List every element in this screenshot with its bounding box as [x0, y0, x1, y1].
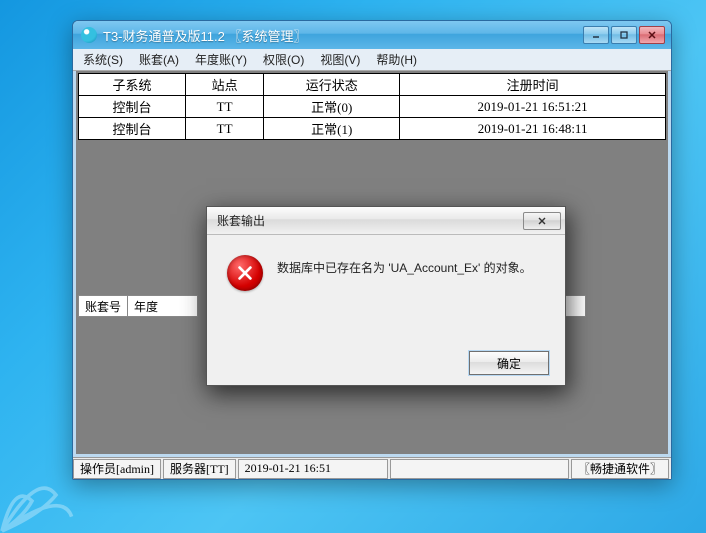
error-icon	[227, 255, 263, 291]
table-row[interactable]: 控制台 TT 正常(1) 2019-01-21 16:48:11	[79, 118, 666, 140]
col-site: 站点	[186, 74, 264, 96]
filter-bar: 账套号 年度	[78, 295, 198, 317]
menu-view[interactable]: 视图(V)	[312, 49, 368, 70]
dialog-close-button[interactable]	[523, 212, 561, 230]
error-dialog: 账套输出 数据库中已存在名为 'UA_Account_Ex' 的对象。 确定	[206, 206, 566, 386]
col-regtime: 注册时间	[400, 74, 666, 96]
session-table: 子系统 站点 运行状态 注册时间 控制台 TT 正常(0) 2019-01-21…	[78, 73, 666, 140]
status-operator: 操作员[admin]	[73, 459, 161, 479]
main-window: T3-财务通普及版11.2 〖系统管理〗 系统(S) 账套(A) 年度账(Y) …	[72, 20, 672, 480]
status-spacer	[390, 459, 569, 479]
table-header-row: 子系统 站点 运行状态 注册时间	[79, 74, 666, 96]
status-time: 2019-01-21 16:51	[238, 459, 388, 479]
dialog-message: 数据库中已存在名为 'UA_Account_Ex' 的对象。	[277, 255, 532, 276]
col-status: 运行状态	[264, 74, 400, 96]
client-area: 子系统 站点 运行状态 注册时间 控制台 TT 正常(0) 2019-01-21…	[73, 71, 671, 457]
menu-permission[interactable]: 权限(O)	[255, 49, 312, 70]
col-subsystem: 子系统	[79, 74, 186, 96]
menu-year[interactable]: 年度账(Y)	[187, 49, 255, 70]
ok-button[interactable]: 确定	[469, 351, 549, 375]
close-button[interactable]	[639, 26, 665, 44]
app-icon	[81, 27, 97, 43]
table-row[interactable]: 控制台 TT 正常(0) 2019-01-21 16:51:21	[79, 96, 666, 118]
menu-help[interactable]: 帮助(H)	[368, 49, 425, 70]
status-brand: 〖畅捷通软件〗	[571, 459, 669, 479]
maximize-button[interactable]	[611, 26, 637, 44]
dialog-titlebar: 账套输出	[207, 207, 565, 235]
window-titlebar: T3-财务通普及版11.2 〖系统管理〗	[73, 21, 671, 49]
dialog-title: 账套输出	[217, 212, 523, 229]
menu-account[interactable]: 账套(A)	[131, 49, 187, 70]
window-title: T3-财务通普及版11.2 〖系统管理〗	[103, 26, 583, 45]
status-bar: 操作员[admin] 服务器[TT] 2019-01-21 16:51 〖畅捷通…	[73, 457, 671, 479]
label-year: 年度	[128, 296, 164, 317]
label-account-no: 账套号	[79, 296, 128, 317]
minimize-button[interactable]	[583, 26, 609, 44]
menu-system[interactable]: 系统(S)	[75, 49, 131, 70]
menu-bar: 系统(S) 账套(A) 年度账(Y) 权限(O) 视图(V) 帮助(H)	[73, 49, 671, 71]
status-server: 服务器[TT]	[163, 459, 236, 479]
